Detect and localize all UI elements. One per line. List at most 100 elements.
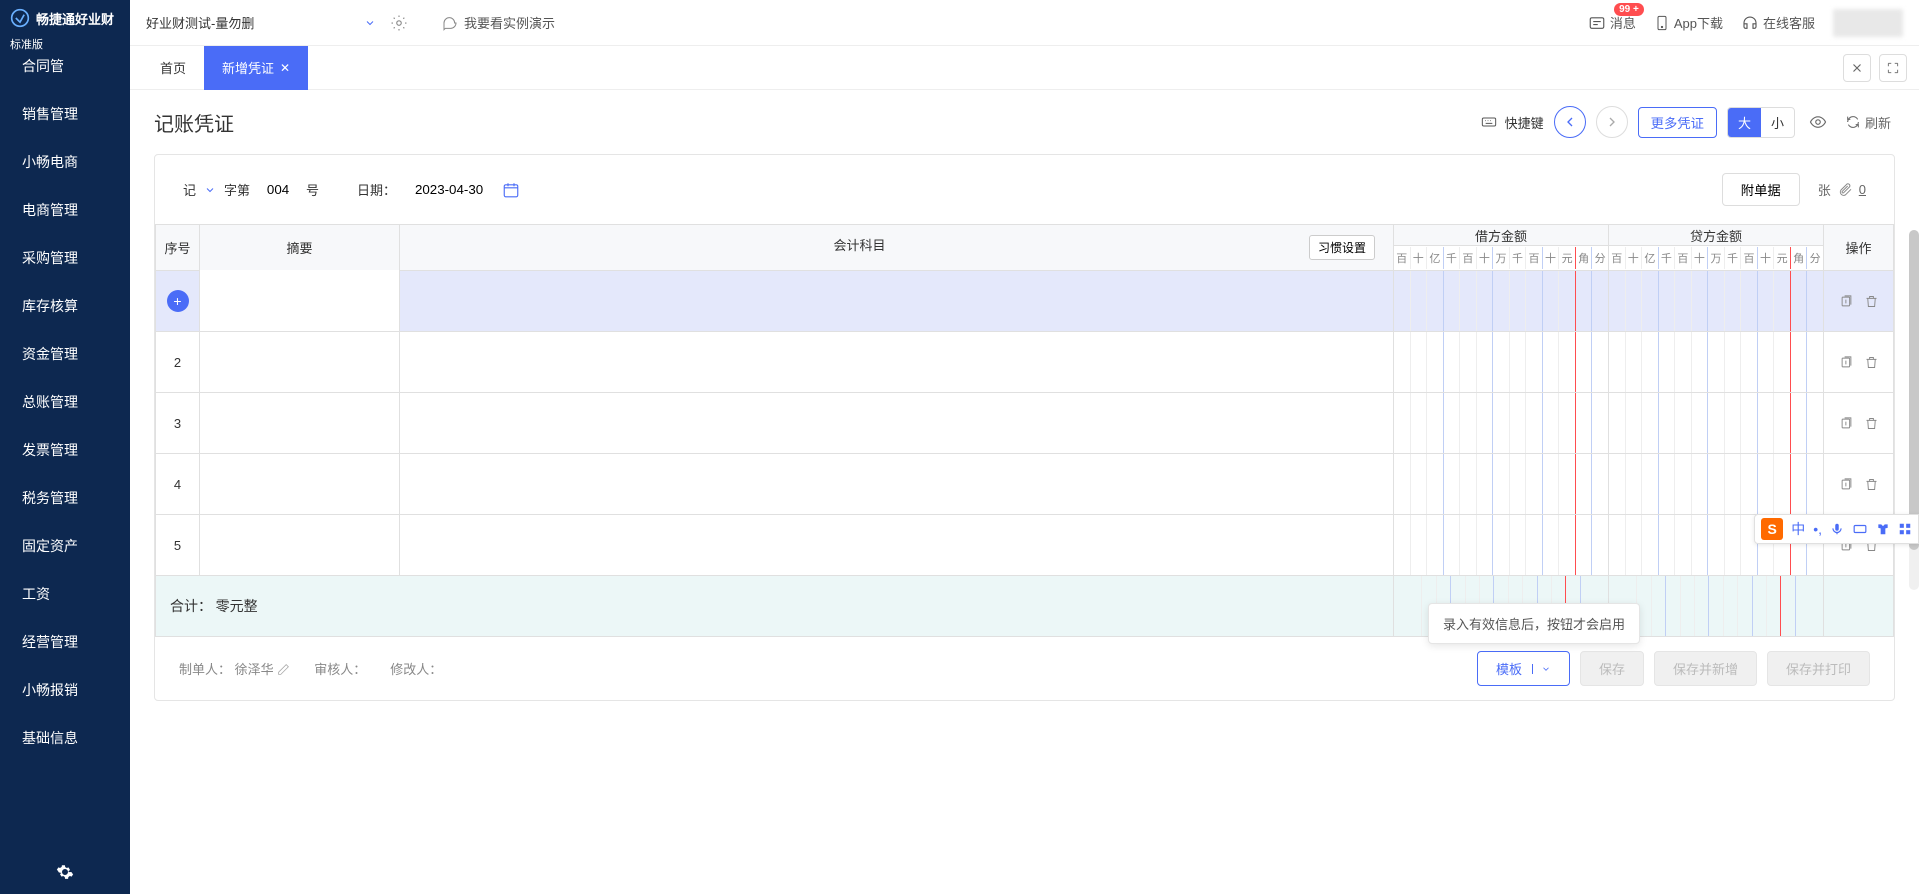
delete-row-icon[interactable] — [1864, 294, 1879, 309]
sogou-ime-icon[interactable]: S — [1761, 518, 1783, 540]
amount-cell[interactable] — [1767, 576, 1781, 636]
amount-cell[interactable] — [1642, 393, 1659, 453]
amount-cell[interactable] — [1510, 515, 1527, 575]
amount-cell[interactable] — [1559, 332, 1576, 392]
amount-cell[interactable] — [1510, 454, 1527, 514]
credit-amount[interactable] — [1609, 454, 1823, 514]
amount-cell[interactable] — [1543, 515, 1560, 575]
amount-cell[interactable] — [1460, 515, 1477, 575]
support-button[interactable]: 在线客服 — [1741, 13, 1815, 32]
amount-cell[interactable] — [1626, 332, 1643, 392]
amount-cell[interactable] — [1427, 332, 1444, 392]
amount-cell[interactable] — [1394, 332, 1411, 392]
amount-cell[interactable] — [1692, 332, 1709, 392]
amount-cell[interactable] — [1659, 393, 1676, 453]
amount-cell[interactable] — [1427, 454, 1444, 514]
amount-cell[interactable] — [1725, 393, 1742, 453]
amount-cell[interactable] — [1444, 515, 1461, 575]
amount-cell[interactable] — [1493, 515, 1510, 575]
sidebar-item-sales[interactable]: 销售管理 — [0, 90, 130, 138]
amount-cell[interactable] — [1526, 454, 1543, 514]
amount-cell[interactable] — [1411, 271, 1428, 331]
delete-row-icon[interactable] — [1864, 355, 1879, 370]
debit-amount[interactable] — [1394, 393, 1608, 453]
amount-cell[interactable] — [1592, 332, 1608, 392]
amount-cell[interactable] — [1526, 393, 1543, 453]
sidebar-item-salary[interactable]: 工资 — [0, 570, 130, 618]
amount-cell[interactable] — [1791, 271, 1808, 331]
amount-cell[interactable] — [1493, 271, 1510, 331]
amount-cell[interactable] — [1724, 576, 1738, 636]
ime-keyboard-icon[interactable] — [1852, 522, 1868, 536]
amount-cell[interactable] — [1642, 332, 1659, 392]
amount-cell[interactable] — [1576, 454, 1593, 514]
amount-cell[interactable] — [1444, 393, 1461, 453]
amount-cell[interactable] — [1592, 515, 1608, 575]
debit-amount[interactable] — [1394, 332, 1608, 392]
sidebar-item-funds[interactable]: 资金管理 — [0, 330, 130, 378]
amount-cell[interactable] — [1559, 515, 1576, 575]
sidebar-item-tax[interactable]: 税务管理 — [0, 474, 130, 522]
amount-cell[interactable] — [1807, 454, 1823, 514]
paperclip-icon[interactable] — [1837, 182, 1853, 198]
amount-cell[interactable] — [1609, 332, 1626, 392]
amount-cell[interactable] — [1807, 393, 1823, 453]
amount-cell[interactable] — [1692, 393, 1709, 453]
amount-cell[interactable] — [1609, 271, 1626, 331]
amount-cell[interactable] — [1460, 271, 1477, 331]
settings-gear-icon[interactable] — [56, 863, 74, 881]
amount-cell[interactable] — [1609, 393, 1626, 453]
sidebar-item-truncated[interactable]: 合同管 — [0, 56, 130, 90]
fullscreen-button[interactable] — [1879, 54, 1907, 82]
user-avatar[interactable] — [1833, 9, 1903, 37]
demo-link[interactable]: 我要看实例演示 — [442, 13, 555, 32]
amount-cell[interactable] — [1394, 515, 1411, 575]
amount-cell[interactable] — [1592, 454, 1608, 514]
tab-close-icon[interactable]: ✕ — [280, 61, 290, 75]
amount-cell[interactable] — [1609, 515, 1626, 575]
amount-cell[interactable] — [1411, 515, 1428, 575]
amount-cell[interactable] — [1411, 393, 1428, 453]
amount-cell[interactable] — [1592, 271, 1608, 331]
amount-cell[interactable] — [1753, 576, 1767, 636]
amount-cell[interactable] — [1675, 271, 1692, 331]
summary-cell[interactable] — [200, 515, 400, 576]
amount-cell[interactable] — [1626, 271, 1643, 331]
amount-cell[interactable] — [1510, 393, 1527, 453]
copy-row-icon[interactable] — [1839, 477, 1854, 492]
template-button[interactable]: 模板 — [1477, 651, 1570, 686]
org-selector[interactable]: 好业财测试-量勿删 — [146, 13, 376, 32]
amount-cell[interactable] — [1411, 454, 1428, 514]
size-small-button[interactable]: 小 — [1761, 108, 1794, 137]
summary-cell[interactable] — [200, 332, 400, 393]
amount-cell[interactable] — [1659, 332, 1676, 392]
amount-cell[interactable] — [1774, 271, 1791, 331]
next-voucher-button[interactable] — [1596, 106, 1628, 138]
ime-mic-icon[interactable] — [1830, 522, 1844, 536]
amount-cell[interactable] — [1659, 271, 1676, 331]
amount-cell[interactable] — [1741, 332, 1758, 392]
summary-cell[interactable] — [200, 454, 400, 515]
app-download-button[interactable]: App下载 — [1654, 13, 1723, 32]
amount-cell[interactable] — [1477, 332, 1494, 392]
attach-document-button[interactable]: 附单据 — [1722, 173, 1800, 206]
amount-cell[interactable] — [1510, 332, 1527, 392]
amount-cell[interactable] — [1460, 332, 1477, 392]
amount-cell[interactable] — [1692, 515, 1709, 575]
amount-cell[interactable] — [1758, 454, 1775, 514]
amount-cell[interactable] — [1493, 454, 1510, 514]
delete-row-icon[interactable] — [1864, 477, 1879, 492]
amount-cell[interactable] — [1408, 576, 1422, 636]
subject-cell[interactable] — [400, 332, 1394, 393]
amount-cell[interactable] — [1774, 454, 1791, 514]
amount-cell[interactable] — [1543, 393, 1560, 453]
amount-cell[interactable] — [1444, 271, 1461, 331]
amount-cell[interactable] — [1675, 393, 1692, 453]
debit-amount[interactable] — [1394, 454, 1608, 514]
sidebar-item-xiaochang-ec[interactable]: 小畅电商 — [0, 138, 130, 186]
credit-amount[interactable] — [1609, 271, 1823, 331]
amount-cell[interactable] — [1559, 393, 1576, 453]
copy-row-icon[interactable] — [1839, 294, 1854, 309]
sidebar-item-invoice[interactable]: 发票管理 — [0, 426, 130, 474]
voucher-type[interactable]: 记 — [183, 180, 196, 199]
